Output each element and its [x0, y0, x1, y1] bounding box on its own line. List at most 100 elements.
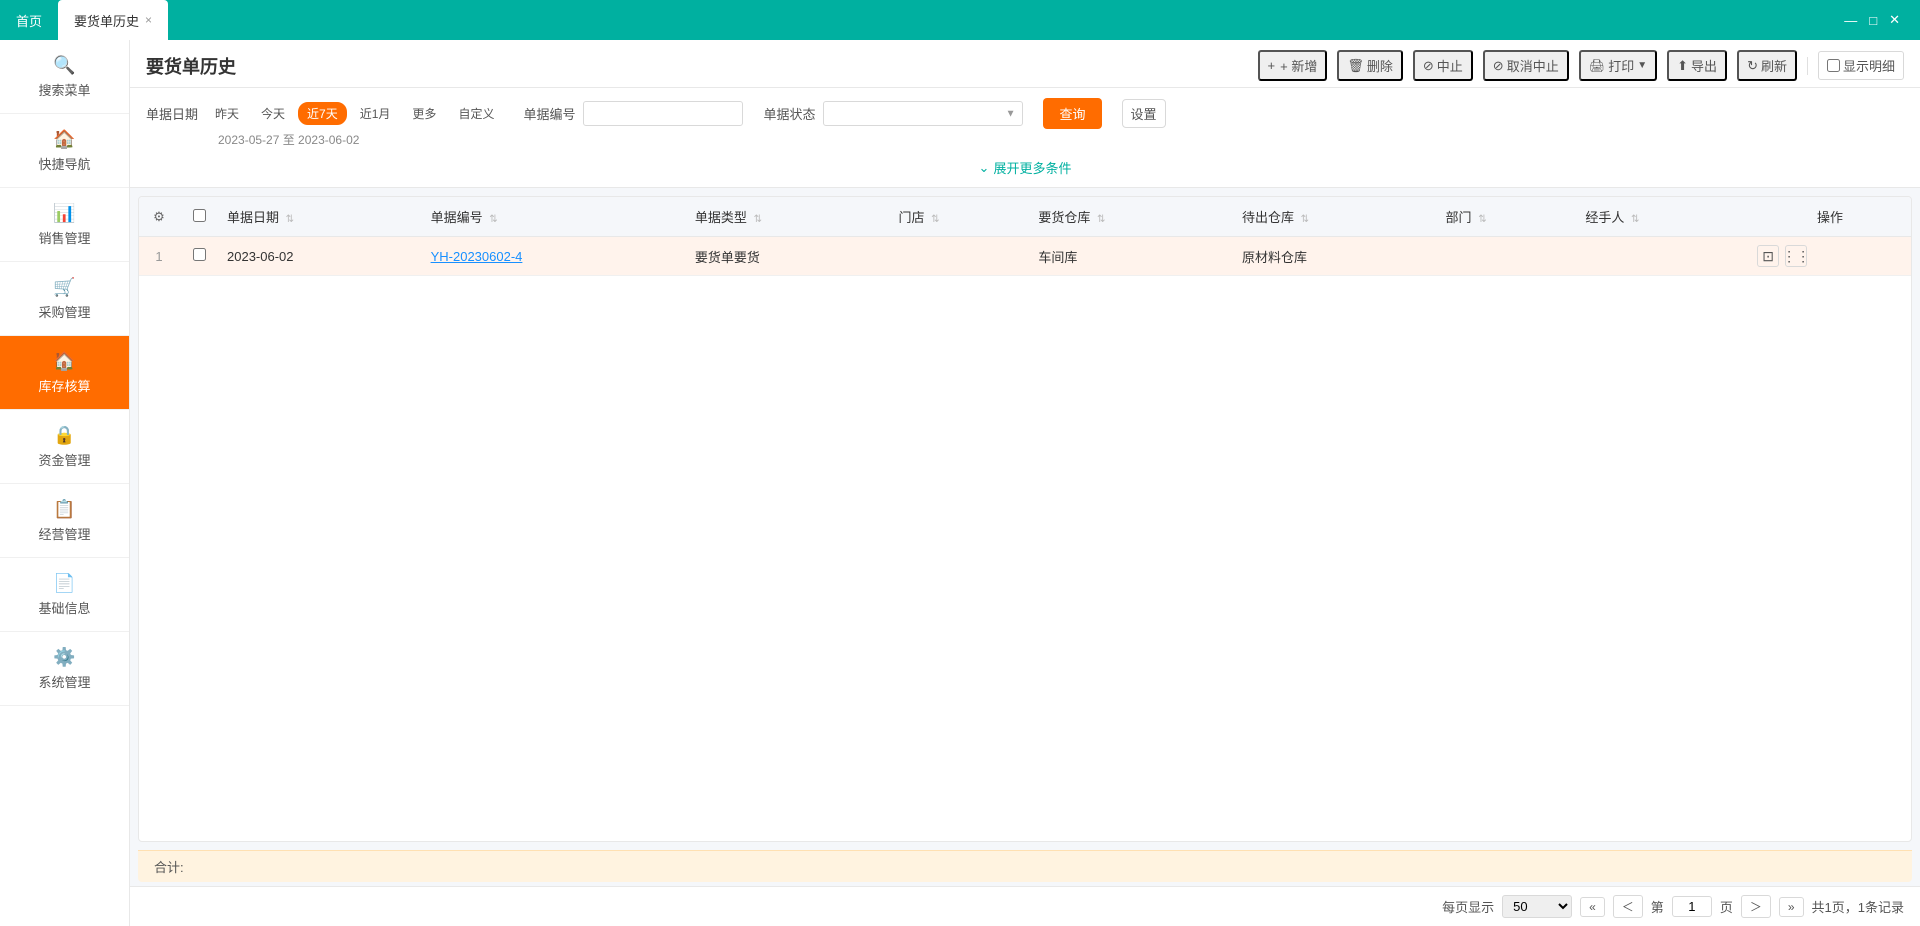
th-settings[interactable]: ⚙: [139, 197, 179, 237]
th-handler[interactable]: 经手人 ⇅: [1577, 197, 1749, 237]
tab-requisition-history[interactable]: 要货单历史 ×: [58, 0, 168, 40]
prev-page-btn[interactable]: ＜: [1613, 895, 1643, 918]
cancel-suspend-button[interactable]: ⊘ 取消中止: [1483, 50, 1569, 81]
delete-icon: 🗑: [1347, 58, 1364, 74]
th-date-label: 单据日期: [227, 210, 279, 225]
operations-mgmt-icon: 📋: [54, 498, 76, 520]
add-button[interactable]: + + 新增: [1258, 50, 1328, 81]
suspend-icon: ⊘: [1423, 58, 1434, 74]
sidebar-item-system-mgmt[interactable]: ⚙️ 系统管理: [0, 632, 129, 706]
sidebar-item-quick-nav[interactable]: 🏠 快捷导航: [0, 114, 129, 188]
th-store[interactable]: 门店 ⇅: [891, 197, 1031, 237]
th-department-label: 部门: [1446, 210, 1472, 225]
row-department-cell: [1438, 237, 1578, 276]
sidebar-item-label: 系统管理: [38, 672, 90, 691]
table-area: ⚙ 单据日期 ⇅ 单据编号 ⇅ 单据类型 ⇅: [138, 196, 1912, 842]
quick-nav-icon: 🏠: [54, 128, 76, 150]
sidebar-item-label: 搜索菜单: [38, 80, 90, 99]
th-pending-warehouse-label: 待出仓库: [1242, 210, 1294, 225]
date-btn-custom[interactable]: 自定义: [449, 102, 503, 125]
th-ops-label: 操作: [1817, 210, 1843, 225]
export-button[interactable]: ⬆ 导出: [1667, 50, 1727, 81]
sidebar-item-purchase-mgmt[interactable]: 🛒 采购管理: [0, 262, 129, 336]
settings-button[interactable]: 设置: [1122, 99, 1166, 128]
expand-button[interactable]: ⌄ 展开更多条件: [979, 158, 1072, 177]
system-mgmt-icon: ⚙️: [54, 646, 76, 668]
row-ops-cell: ⊡ ⋮⋮: [1749, 237, 1911, 276]
table-header: ⚙ 单据日期 ⇅ 单据编号 ⇅ 单据类型 ⇅: [139, 197, 1911, 237]
window-controls: — □ ✕: [1844, 12, 1900, 28]
page-number-input[interactable]: [1672, 896, 1712, 917]
suspend-button[interactable]: ⊘ 中止: [1413, 50, 1473, 81]
filter-bar: 单据日期 昨天 今天 近7天 近1月 更多 自定义 单据编号: [130, 88, 1920, 188]
display-detail-checkbox[interactable]: [1827, 59, 1840, 72]
row-pending-warehouse-cell: 原材料仓库: [1234, 237, 1438, 276]
minimize-btn[interactable]: —: [1844, 13, 1857, 28]
purchase-mgmt-icon: 🛒: [54, 276, 76, 298]
th-handler-label: 经手人: [1585, 210, 1624, 225]
date-range-text: 2023-05-27 至 2023-06-02: [218, 133, 359, 147]
more-op-btn[interactable]: ⋮⋮: [1785, 245, 1807, 267]
row-bill-no-cell[interactable]: YH-20230602-4: [423, 237, 687, 276]
sidebar-item-inventory-calc[interactable]: 🏠 库存核算: [0, 336, 129, 410]
row-req-warehouse-cell: 车间库: [1030, 237, 1234, 276]
display-detail-label: 显示明细: [1843, 56, 1895, 75]
th-store-label: 门店: [899, 210, 925, 225]
tab-home[interactable]: 首页: [0, 0, 58, 40]
tab-requisition-label: 要货单历史: [74, 11, 139, 30]
tab-close-icon[interactable]: ×: [145, 13, 152, 27]
page-title: 要货单历史: [146, 53, 236, 79]
sales-mgmt-icon: 📊: [54, 202, 76, 224]
display-detail-button[interactable]: 显示明细: [1818, 51, 1904, 80]
row-bill-type-cell: 要货单要货: [687, 237, 891, 276]
status-select[interactable]: [823, 101, 1023, 126]
inventory-calc-icon: 🏠: [54, 350, 76, 372]
tab-bar: 首页 要货单历史 ×: [0, 0, 168, 40]
print-icon: 🖨: [1589, 58, 1606, 74]
print-label: 打印: [1608, 56, 1634, 75]
select-all-checkbox[interactable]: [193, 209, 206, 222]
first-page-btn[interactable]: «: [1580, 897, 1605, 917]
row-date-cell: 2023-06-02: [219, 237, 423, 276]
export-label: 导出: [1691, 56, 1717, 75]
th-bill-type-label: 单据类型: [695, 210, 747, 225]
last-page-btn[interactable]: »: [1779, 897, 1804, 917]
date-btn-more[interactable]: 更多: [403, 102, 445, 125]
close-btn[interactable]: ✕: [1889, 12, 1900, 28]
basic-info-icon: 📄: [54, 572, 76, 594]
page-suffix: 页: [1720, 897, 1733, 916]
main-layout: 🔍 搜索菜单 🏠 快捷导航 📊 销售管理 🛒 采购管理 🏠 库存核算 🔒 资金管…: [0, 40, 1920, 926]
date-btn-today[interactable]: 今天: [252, 102, 294, 125]
view-op-btn[interactable]: ⊡: [1757, 245, 1779, 267]
sidebar-item-sales-mgmt[interactable]: 📊 销售管理: [0, 188, 129, 262]
row-checkbox-cell[interactable]: [179, 237, 219, 276]
th-bill-type[interactable]: 单据类型 ⇅: [687, 197, 891, 237]
date-btn-1month[interactable]: 近1月: [351, 102, 400, 125]
delete-button[interactable]: 🗑 删除: [1337, 50, 1403, 81]
sidebar-item-operations-mgmt[interactable]: 📋 经营管理: [0, 484, 129, 558]
th-date[interactable]: 单据日期 ⇅: [219, 197, 423, 237]
th-pending-warehouse[interactable]: 待出仓库 ⇅: [1234, 197, 1438, 237]
next-page-btn[interactable]: ＞: [1741, 895, 1771, 918]
bill-no-input[interactable]: [583, 101, 743, 126]
sidebar-item-finance-mgmt[interactable]: 🔒 资金管理: [0, 410, 129, 484]
date-btn-7days[interactable]: 近7天: [298, 102, 347, 125]
th-req-warehouse[interactable]: 要货仓库 ⇅: [1030, 197, 1234, 237]
date-btn-yesterday[interactable]: 昨天: [206, 102, 248, 125]
page-size-select[interactable]: 10 20 50 100: [1502, 895, 1572, 918]
export-icon: ⬆: [1677, 58, 1688, 74]
query-button[interactable]: 查询: [1043, 98, 1101, 129]
maximize-btn[interactable]: □: [1869, 13, 1877, 28]
sidebar-item-basic-info[interactable]: 📄 基础信息: [0, 558, 129, 632]
print-button[interactable]: 🖨 打印 ▼: [1579, 50, 1657, 81]
th-bill-no[interactable]: 单据编号 ⇅: [423, 197, 687, 237]
cancel-suspend-label: 取消中止: [1507, 56, 1559, 75]
table-row[interactable]: 1 2023-06-02 YH-20230602-4 要货单要货 车间库 原材料…: [139, 237, 1911, 276]
refresh-button[interactable]: ↻ 刷新: [1737, 50, 1797, 81]
tab-home-label: 首页: [16, 11, 42, 30]
th-checkbox[interactable]: [179, 197, 219, 237]
sidebar-item-search-menu[interactable]: 🔍 搜索菜单: [0, 40, 129, 114]
th-department[interactable]: 部门 ⇅: [1438, 197, 1578, 237]
row-checkbox[interactable]: [193, 248, 206, 261]
th-req-warehouse-label: 要货仓库: [1038, 210, 1090, 225]
